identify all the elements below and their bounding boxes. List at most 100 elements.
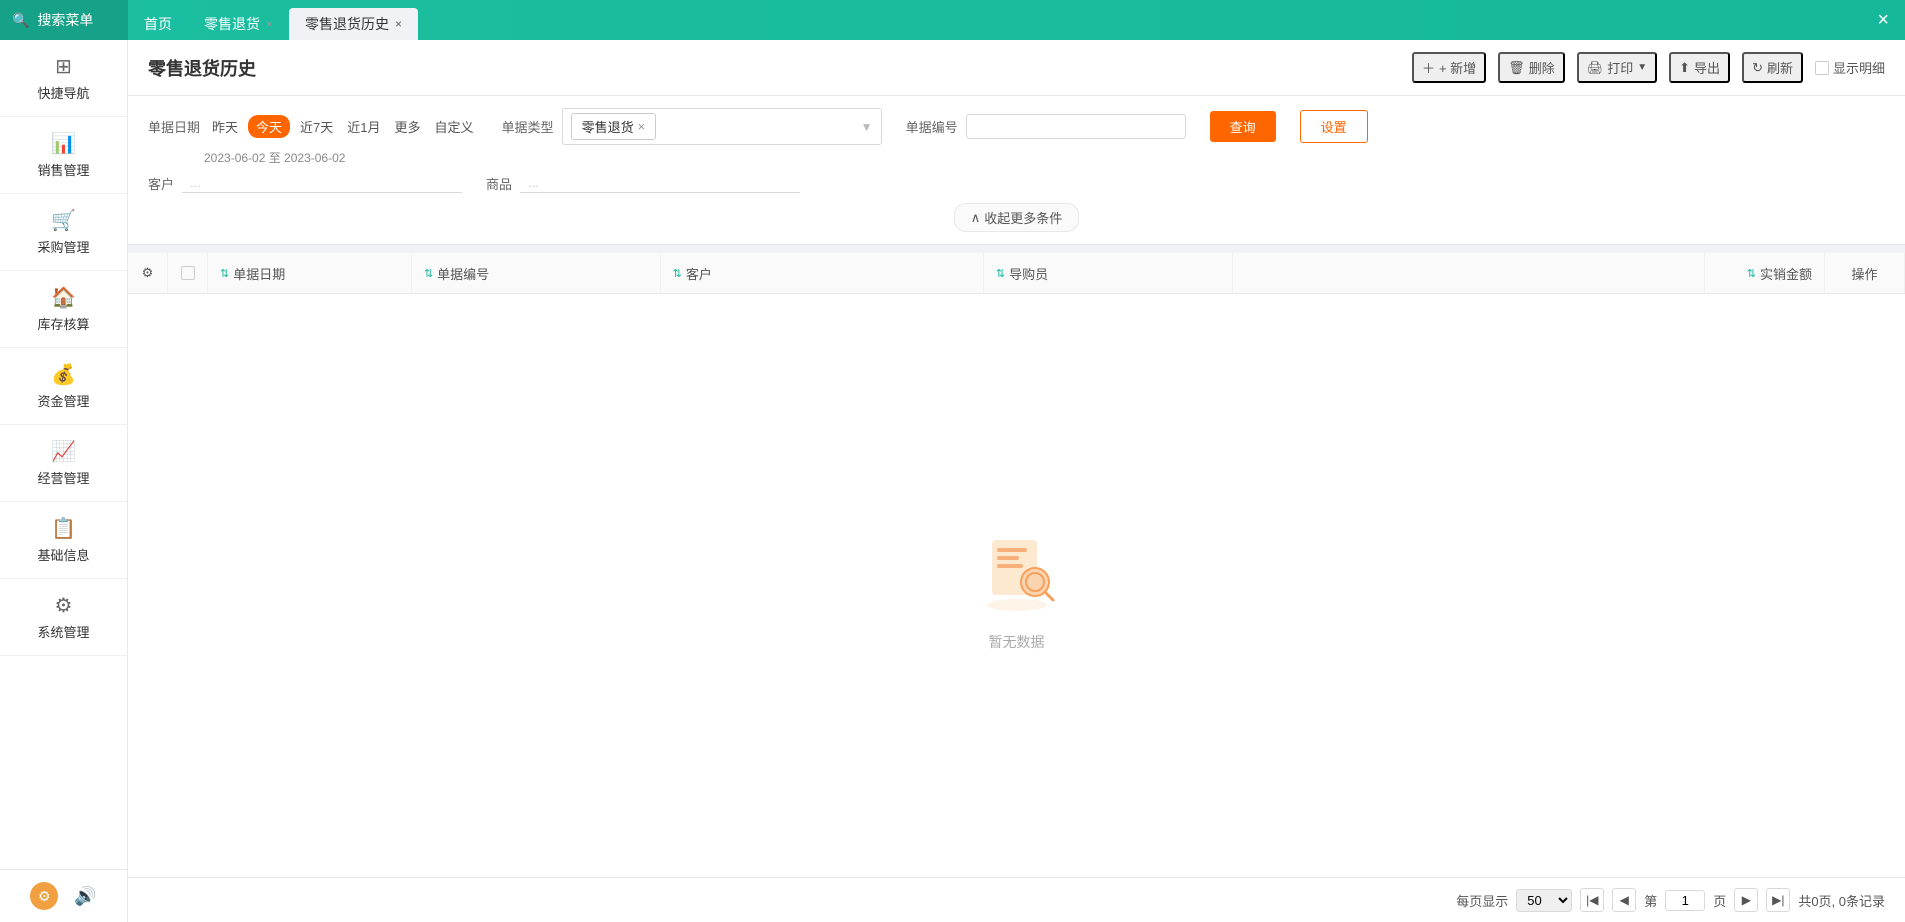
- type-select[interactable]: 零售退货 × ▼: [562, 108, 882, 145]
- sidebar-item-quick-nav[interactable]: ⊞ 快捷导航: [0, 40, 127, 117]
- print-button[interactable]: 🖨 打印 ▼: [1577, 52, 1657, 83]
- th-guide-sort-icon[interactable]: ⇅: [996, 267, 1005, 280]
- tab-retail-return-history-label: 零售退货历史: [305, 14, 389, 34]
- set-button[interactable]: 设置: [1300, 110, 1368, 143]
- th-date-sort-icon[interactable]: ⇅: [220, 267, 229, 280]
- tab-retail-return-close[interactable]: ×: [266, 17, 273, 31]
- empty-text: 暂无数据: [989, 632, 1045, 652]
- select-all-checkbox[interactable]: [181, 266, 195, 280]
- prev-page-btn[interactable]: ◀: [1612, 888, 1636, 912]
- date-opt-today[interactable]: 今天: [248, 115, 290, 138]
- first-page-btn[interactable]: |◀: [1580, 888, 1604, 912]
- sidebar-item-finance-label: 资金管理: [37, 391, 89, 410]
- print-icon: 🖨: [1587, 60, 1604, 76]
- plus-icon: ＋: [1422, 58, 1435, 77]
- tab-retail-return-label: 零售退货: [204, 14, 260, 34]
- tab-retail-return[interactable]: 零售退货 ×: [188, 8, 289, 40]
- customer-filter: 客户 ...: [148, 173, 462, 193]
- tab-retail-return-history[interactable]: 零售退货历史 ×: [289, 8, 418, 40]
- date-filter-label: 单据日期: [148, 117, 200, 136]
- th-billno: ⇅ 单据编号: [412, 253, 661, 293]
- goods-placeholder: ...: [528, 175, 539, 190]
- tab-retail-return-history-close[interactable]: ×: [395, 17, 402, 31]
- page-actions: ＋ + 新增 🗑 删除 🖨 打印 ▼ ⬆ 导出 ↻: [1412, 52, 1885, 83]
- th-checkbox[interactable]: [168, 253, 208, 293]
- collapse-filter-btn[interactable]: ∧ 收起更多条件: [954, 203, 1080, 232]
- th-customer-sort-icon[interactable]: ⇅: [673, 267, 682, 280]
- sidebar-item-inventory[interactable]: 🏠 库存核算: [0, 271, 127, 348]
- sidebar: ⊞ 快捷导航 📊 销售管理 🛒 采购管理 🏠 库存核算 💰 资金管理 📈 经营管…: [0, 40, 128, 922]
- tab-home[interactable]: 首页: [128, 8, 188, 40]
- date-opt-more[interactable]: 更多: [391, 115, 425, 138]
- voucher-input[interactable]: [975, 119, 1177, 134]
- refresh-button[interactable]: ↻ 刷新: [1742, 52, 1803, 83]
- date-opt-7days[interactable]: 近7天: [296, 115, 337, 138]
- voucher-filter-label: 单据编号: [906, 117, 958, 136]
- next-page-btn[interactable]: ▶: [1734, 888, 1758, 912]
- page-input[interactable]: 1: [1665, 890, 1705, 911]
- type-filter: 单据类型 零售退货 × ▼: [502, 108, 882, 145]
- date-opt-1month[interactable]: 近1月: [343, 115, 384, 138]
- show-detail-checkbox[interactable]: [1815, 61, 1829, 75]
- sidebar-item-sales[interactable]: 📊 销售管理: [0, 117, 127, 194]
- window-close-btn[interactable]: ×: [1877, 9, 1905, 32]
- goods-input-wrap[interactable]: ...: [520, 173, 800, 193]
- search-icon: 🔍: [12, 12, 29, 29]
- date-opt-custom[interactable]: 自定义: [431, 115, 478, 138]
- th-amount-sort-icon[interactable]: ⇅: [1747, 267, 1756, 280]
- system-icon: ⚙: [55, 593, 73, 618]
- type-tag-remove[interactable]: ×: [638, 119, 646, 134]
- tab-home-label: 首页: [144, 14, 172, 34]
- th-guide: ⇅ 导购员: [984, 253, 1233, 293]
- type-tag-label: 零售退货: [582, 117, 634, 136]
- page-header: 零售退货历史 ＋ + 新增 🗑 删除 🖨 打印 ▼ ⬆ 导出: [128, 40, 1905, 96]
- main-layout: ⊞ 快捷导航 📊 销售管理 🛒 采购管理 🏠 库存核算 💰 资金管理 📈 经营管…: [0, 40, 1905, 922]
- sidebar-bottom: ⚙ 🔊: [0, 869, 127, 922]
- page-size-select[interactable]: 10 20 50 100: [1516, 889, 1572, 912]
- pagination: 每页显示 10 20 50 100 |◀ ◀ 第 1 页 ▶ ▶| 共0页, 0…: [128, 877, 1905, 922]
- inventory-icon: 🏠: [51, 285, 76, 310]
- date-options: 昨天 今天 近7天 近1月 更多 自定义: [208, 115, 478, 138]
- sidebar-item-purchase[interactable]: 🛒 采购管理: [0, 194, 127, 271]
- gear-icon: ⚙: [142, 265, 154, 281]
- show-detail-toggle[interactable]: 显示明细: [1815, 58, 1885, 77]
- filter-bar: 单据日期 昨天 今天 近7天 近1月 更多 自定义 单据类型: [128, 96, 1905, 245]
- sidebar-item-finance[interactable]: 💰 资金管理: [0, 348, 127, 425]
- goods-filter: 商品 ...: [486, 173, 800, 193]
- new-button[interactable]: ＋ + 新增: [1412, 52, 1486, 83]
- sidebar-item-basic-info[interactable]: 📋 基础信息: [0, 502, 127, 579]
- export-button[interactable]: ⬆ 导出: [1669, 52, 1730, 83]
- page-size-label: 每页显示: [1456, 891, 1508, 910]
- search-label: 搜索菜单: [37, 10, 93, 30]
- content-area: 零售退货历史 ＋ + 新增 🗑 删除 🖨 打印 ▼ ⬆ 导出: [128, 40, 1905, 922]
- th-date: ⇅ 单据日期: [208, 253, 412, 293]
- th-gear[interactable]: ⚙: [128, 253, 168, 293]
- search-menu-btn[interactable]: 🔍 搜索菜单: [0, 0, 128, 40]
- sidebar-item-system[interactable]: ⚙ 系统管理: [0, 579, 127, 656]
- delete-icon: 🗑: [1508, 60, 1525, 76]
- customer-input-wrap[interactable]: ...: [182, 173, 462, 193]
- last-page-btn[interactable]: ▶|: [1766, 888, 1790, 912]
- sidebar-item-operations[interactable]: 📈 经营管理: [0, 425, 127, 502]
- th-billno-sort-icon[interactable]: ⇅: [424, 267, 433, 280]
- type-dropdown-icon: ▼: [861, 120, 873, 134]
- th-amount: ⇅ 实销金额: [1705, 253, 1825, 293]
- tab-bar: 首页 零售退货 × 零售退货历史 ×: [128, 0, 1877, 40]
- customer-placeholder: ...: [190, 175, 201, 190]
- date-opt-yesterday[interactable]: 昨天: [208, 115, 242, 138]
- operations-icon: 📈: [51, 439, 76, 464]
- sidebar-item-purchase-label: 采购管理: [37, 237, 89, 256]
- empty-icon: [967, 520, 1067, 620]
- date-filter: 单据日期 昨天 今天 近7天 近1月 更多 自定义: [148, 115, 478, 138]
- sound-btn[interactable]: 🔊: [74, 886, 96, 907]
- type-tag-retail-return[interactable]: 零售退货 ×: [571, 113, 657, 140]
- refresh-icon: ↻: [1752, 60, 1763, 76]
- purchase-icon: 🛒: [51, 208, 76, 233]
- settings-gear-btn[interactable]: ⚙: [30, 882, 58, 910]
- finance-icon: 💰: [51, 362, 76, 387]
- date-range-display: 2023-06-02 至 2023-06-02: [204, 151, 345, 165]
- delete-button[interactable]: 🗑 删除: [1498, 52, 1565, 83]
- sales-icon: 📊: [51, 131, 76, 156]
- table-container: ⚙ ⇅ 单据日期 ⇅ 单据编号 ⇅ 客户 ⇅: [128, 253, 1905, 922]
- query-button[interactable]: 查询: [1210, 111, 1276, 142]
